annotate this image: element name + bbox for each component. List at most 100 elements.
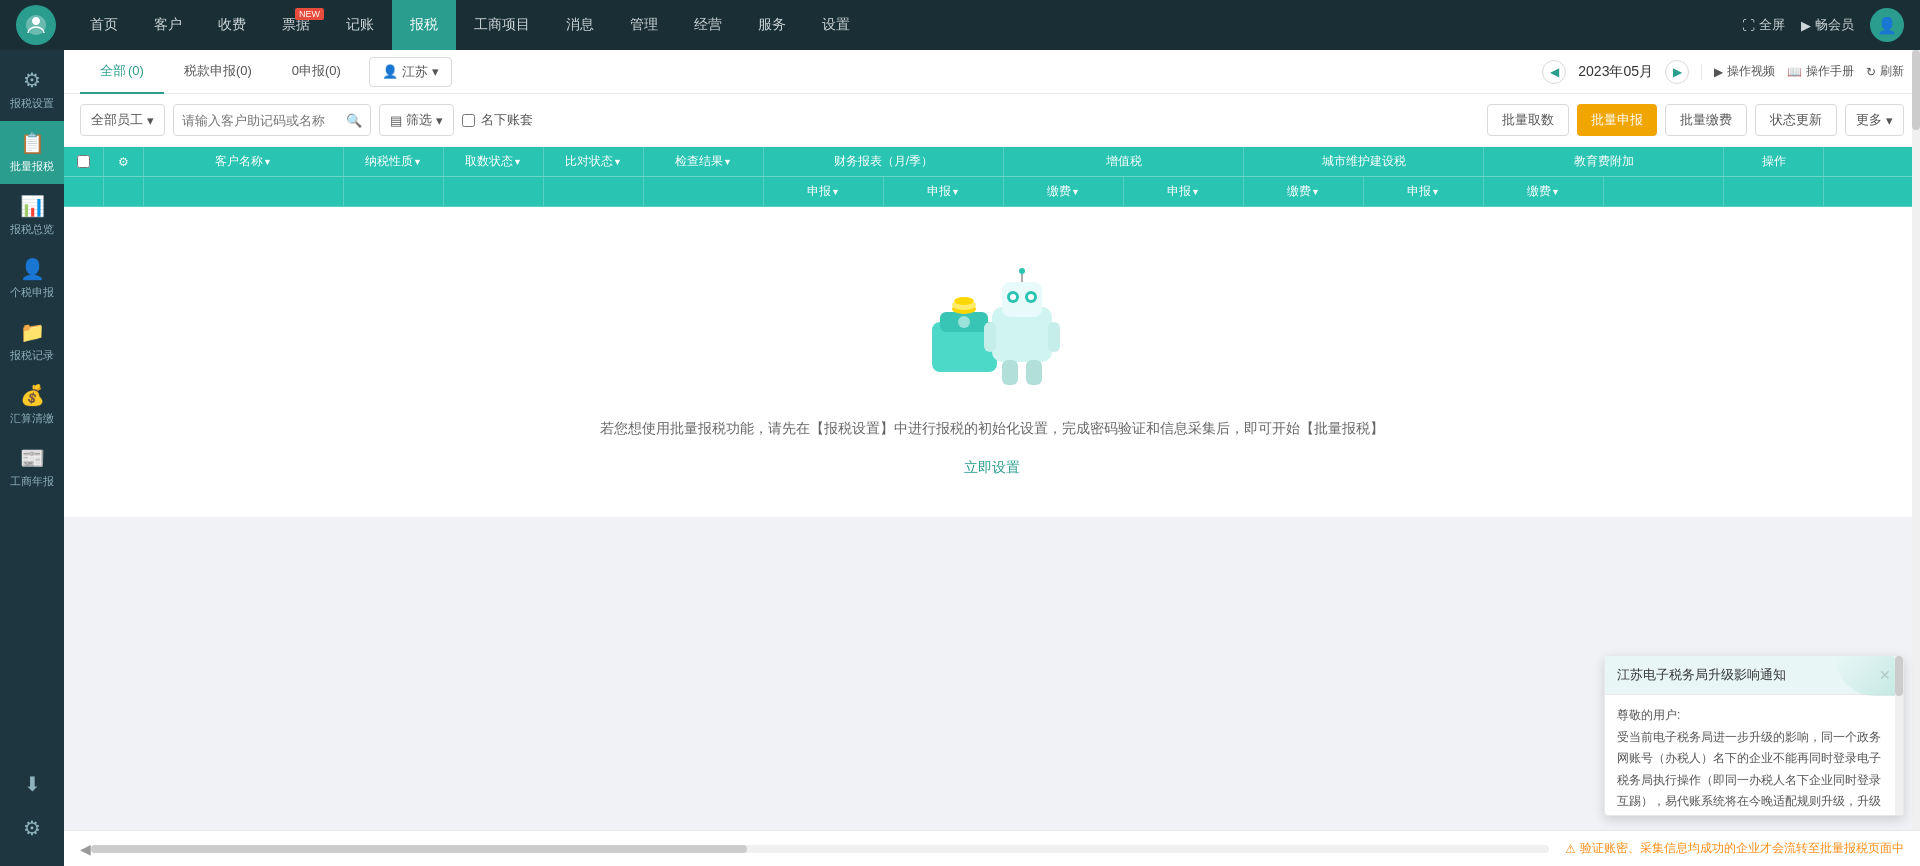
- batch-declare-btn[interactable]: 批量申报: [1577, 104, 1657, 136]
- col-vat-declare: 申报 ▼: [884, 177, 1004, 206]
- batch-tax-icon: 📋: [20, 131, 45, 155]
- chevron-down-icon: ▾: [432, 64, 439, 79]
- search-input[interactable]: [182, 113, 342, 128]
- op-manual-link[interactable]: 📖 操作手册: [1787, 63, 1854, 80]
- sidebar-item-settlement[interactable]: 💰 汇算清缴: [0, 373, 64, 436]
- svg-rect-14: [984, 322, 996, 352]
- notif-body: 尊敬的用户: 受当前电子税务局进一步升级的影响，同一个政务网账号（办税人）名下的…: [1605, 695, 1903, 815]
- empty-state: 若您想使用批量报税功能，请先在【报税设置】中进行报税的初始化设置，完成密码验证和…: [64, 207, 1920, 517]
- sidebar-download[interactable]: ⬇: [0, 762, 64, 806]
- sidebar-config[interactable]: ⚙: [0, 806, 64, 850]
- table-header: ⚙ 客户名称 ▼ 纳税性质 ▼ 取数状态 ▼ 比对状态 ▼ 检查结果 ▼ 财务报…: [64, 147, 1920, 207]
- refresh-icon: ↻: [1866, 65, 1876, 79]
- nav-menu: 首页 客户 收费 票据 NEW 记账 报税 工商项目 消息 管理 经营 服务 设…: [72, 0, 1742, 50]
- status-update-btn[interactable]: 状态更新: [1755, 104, 1837, 136]
- tab-tax-declare[interactable]: 税款申报 (0): [164, 50, 272, 94]
- col-vat-pay: 缴费 ▼: [1004, 177, 1124, 206]
- video-icon: ▶: [1714, 65, 1723, 79]
- batch-fetch-btn[interactable]: 批量取数: [1487, 104, 1569, 136]
- col-city-tax: 城市维护建设税: [1244, 147, 1484, 176]
- col-operation: 操作: [1724, 147, 1824, 176]
- tax-records-icon: 📁: [20, 320, 45, 344]
- manual-icon: 📖: [1787, 65, 1802, 79]
- nav-home[interactable]: 首页: [72, 0, 136, 50]
- robot-illustration: [922, 267, 1062, 397]
- notif-scrollbar[interactable]: [1895, 656, 1903, 815]
- membership-icon: ▶: [1801, 18, 1811, 33]
- svg-point-13: [1019, 268, 1025, 274]
- tax-settings-icon: ⚙: [23, 68, 41, 92]
- toolbar: 全部员工 ▾ 🔍 ▤ 筛选 ▾ 名下账套 批量取数 批量申报 批量缴费 状态更新…: [64, 94, 1920, 147]
- nav-manage[interactable]: 管理: [612, 0, 676, 50]
- province-selector[interactable]: 👤 江苏 ▾: [369, 57, 452, 87]
- notification-popup: 江苏电子税务局升级影响通知 ✕ 尊敬的用户: 受当前电子税务局进一步升级的影响，…: [1604, 655, 1904, 816]
- nav-invoice[interactable]: 票据 NEW: [264, 0, 328, 50]
- nav-customer[interactable]: 客户: [136, 0, 200, 50]
- svg-rect-17: [1026, 360, 1042, 385]
- next-month-btn[interactable]: ▶: [1665, 60, 1689, 84]
- col-fetch-status: 取数状态 ▼: [444, 147, 544, 176]
- nav-business[interactable]: 工商项目: [456, 0, 548, 50]
- personal-tax-icon: 👤: [20, 257, 45, 281]
- fullscreen-icon: ⛶: [1742, 18, 1755, 33]
- account-checkbox-label[interactable]: 名下账套: [462, 111, 533, 129]
- nav-settings[interactable]: 设置: [804, 0, 868, 50]
- prev-month-btn[interactable]: ◀: [1542, 60, 1566, 84]
- account-checkbox[interactable]: [462, 114, 475, 127]
- svg-rect-16: [1002, 360, 1018, 385]
- filter-button[interactable]: ▤ 筛选 ▾: [379, 104, 454, 136]
- scrollbar-thumb: [91, 845, 747, 853]
- svg-point-5: [954, 297, 974, 305]
- scrollbar-v-thumb: [1912, 50, 1920, 130]
- user-avatar[interactable]: 👤: [1870, 8, 1904, 42]
- nav-fee[interactable]: 收费: [200, 0, 264, 50]
- nav-message[interactable]: 消息: [548, 0, 612, 50]
- nav-tax[interactable]: 报税: [392, 0, 456, 50]
- sidebar-item-annual-report[interactable]: 📰 工商年报: [0, 436, 64, 499]
- notif-scroll-thumb: [1895, 656, 1903, 696]
- chevron-down-icon: ▾: [147, 113, 154, 128]
- select-all-checkbox[interactable]: [77, 155, 90, 168]
- scroll-left-arrow[interactable]: ◀: [80, 841, 91, 857]
- top-nav-right: ⛶ 全屏 ▶ 畅会员 👤: [1742, 8, 1904, 42]
- nav-operation[interactable]: 经营: [676, 0, 740, 50]
- nav-service[interactable]: 服务: [740, 0, 804, 50]
- tab-zero-declare[interactable]: 0申报 (0): [272, 50, 361, 94]
- col-edu-declare: 申报 ▼: [1364, 177, 1484, 206]
- more-btn[interactable]: 更多 ▾: [1845, 104, 1904, 136]
- batch-pay-btn[interactable]: 批量缴费: [1665, 104, 1747, 136]
- horizontal-scrollbar[interactable]: [91, 845, 1549, 853]
- membership-btn[interactable]: ▶ 畅会员: [1801, 16, 1854, 34]
- employee-selector[interactable]: 全部员工 ▾: [80, 104, 165, 136]
- sidebar-item-batch-tax[interactable]: 📋 批量报税: [0, 121, 64, 184]
- tax-overview-icon: 📊: [20, 194, 45, 218]
- svg-point-10: [1010, 294, 1016, 300]
- data-table: ⚙ 客户名称 ▼ 纳税性质 ▼ 取数状态 ▼ 比对状态 ▼ 检查结果 ▼ 财务报…: [64, 147, 1920, 517]
- sidebar-bottom: ⬇ ⚙: [0, 762, 64, 866]
- vertical-scrollbar[interactable]: [1912, 50, 1920, 830]
- op-video-link[interactable]: ▶ 操作视频: [1714, 63, 1775, 80]
- nav-accounting[interactable]: 记账: [328, 0, 392, 50]
- refresh-btn[interactable]: ↻ 刷新: [1866, 63, 1904, 80]
- sidebar-item-tax-overview[interactable]: 📊 报税总览: [0, 184, 64, 247]
- sidebar-item-tax-records[interactable]: 📁 报税记录: [0, 310, 64, 373]
- empty-message: 若您想使用批量报税功能，请先在【报税设置】中进行报税的初始化设置，完成密码验证和…: [600, 417, 1384, 439]
- new-badge: NEW: [295, 8, 324, 20]
- annual-report-icon: 📰: [20, 446, 45, 470]
- sidebar-item-personal-tax[interactable]: 👤 个税申报: [0, 247, 64, 310]
- app-logo[interactable]: [16, 5, 56, 45]
- setup-link[interactable]: 立即设置: [964, 459, 1020, 477]
- search-icon[interactable]: 🔍: [346, 113, 362, 128]
- col-op-empty: [1724, 177, 1824, 206]
- fullscreen-btn[interactable]: ⛶ 全屏: [1742, 16, 1785, 34]
- col-city-declare: 申报 ▼: [1124, 177, 1244, 206]
- sidebar-item-tax-settings[interactable]: ⚙ 报税设置: [0, 58, 64, 121]
- svg-rect-15: [1048, 322, 1060, 352]
- col-fin-declare: 申报 ▼: [764, 177, 884, 206]
- svg-point-2: [958, 316, 970, 328]
- tab-all[interactable]: 全部 (0): [80, 50, 164, 94]
- col-customer-name: 客户名称 ▼: [144, 147, 344, 176]
- col-vat: 增值税: [1004, 147, 1244, 176]
- warning-message: ⚠ 验证账密、采集信息均成功的企业才会流转至批量报税页面中: [1565, 840, 1904, 857]
- col-tax-type: 纳税性质 ▼: [344, 147, 444, 176]
